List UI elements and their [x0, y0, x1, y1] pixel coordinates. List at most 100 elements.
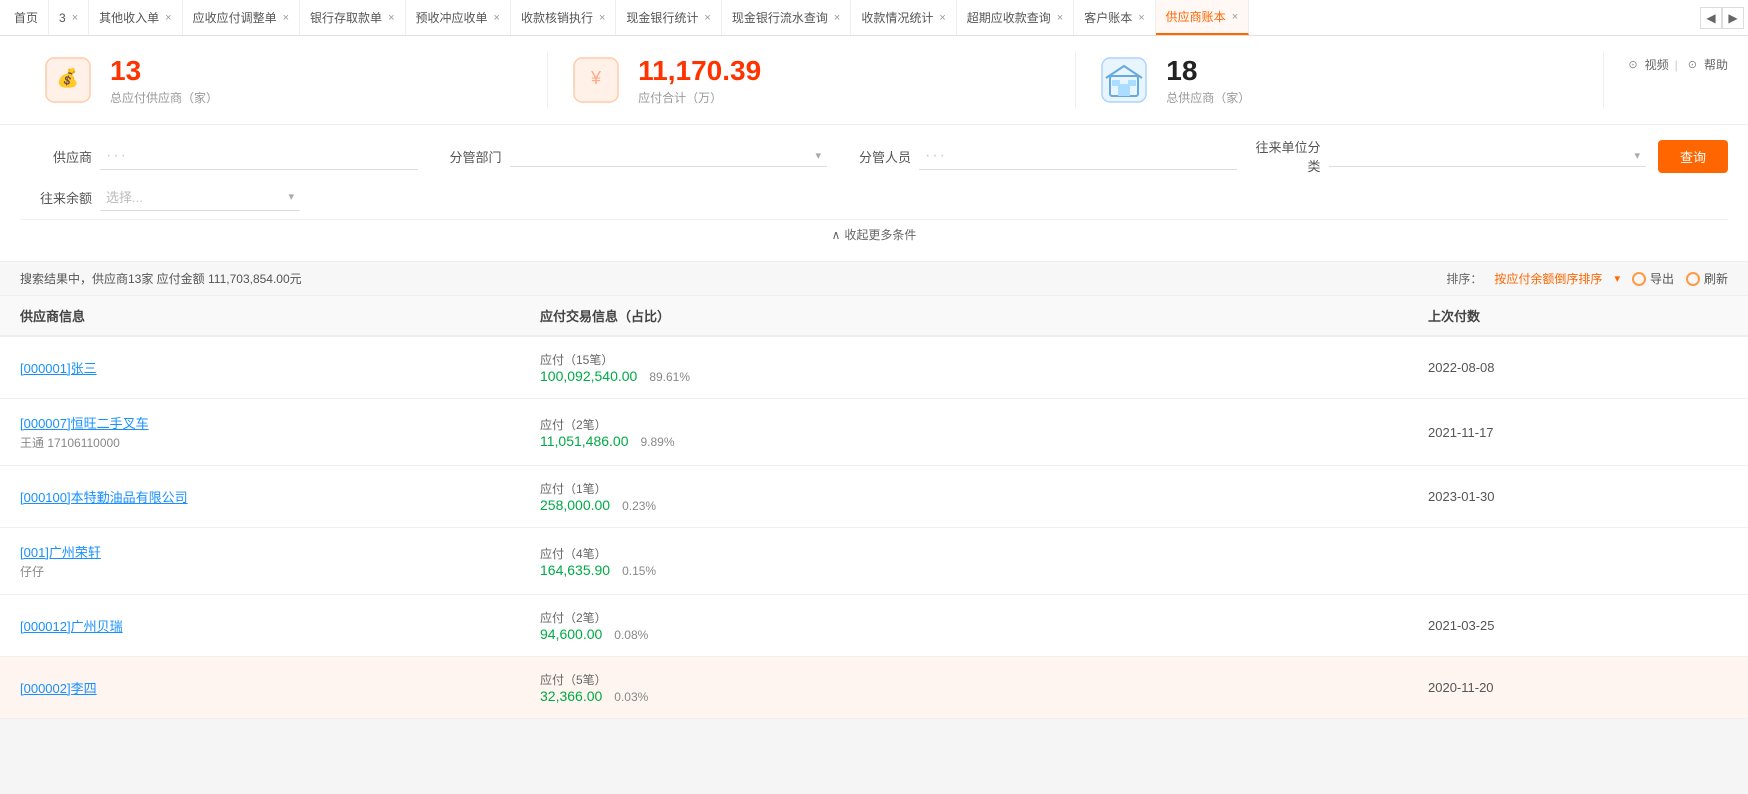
nav-item-overdue-ar[interactable]: 超期应收款查询× — [957, 0, 1074, 35]
category-select[interactable]: ▾ — [1329, 145, 1647, 167]
supplier-dots: ··· — [106, 147, 128, 165]
dept-label: 分管部门 — [430, 147, 510, 166]
col-last-pay: 上次付数 — [1428, 306, 1728, 325]
tx-pct: 0.15% — [622, 564, 656, 578]
last-pay-cell: 2023-01-30 — [1428, 489, 1728, 504]
close-icon[interactable]: × — [939, 12, 945, 24]
payable-suppliers-text: 13 总应付供应商（家） — [110, 54, 218, 107]
refresh-button[interactable]: 刷新 — [1686, 270, 1728, 287]
nav-item-tab3[interactable]: 3× — [49, 0, 89, 35]
nav-item-prepay-ar[interactable]: 预收冲应收单 × — [406, 0, 511, 35]
balance-select[interactable]: 选择... ▾ — [100, 183, 300, 211]
nav-item-bank-deposit[interactable]: 银行存取款单 × — [300, 0, 405, 35]
nav-item-cash-bank-stat[interactable]: 现金银行统计× — [616, 0, 721, 35]
last-pay-cell: 2021-03-25 — [1428, 618, 1728, 633]
supplier-cell: [000007]恒旺二手叉车王通 17106110000 — [20, 413, 540, 451]
tx-label: 应付（2笔） — [540, 609, 1428, 626]
tx-amount: 32,366.00 — [540, 688, 602, 704]
close-icon[interactable]: × — [1138, 12, 1144, 24]
col-supplier-info: 供应商信息 — [20, 306, 540, 325]
svg-text:💰: 💰 — [57, 67, 79, 89]
close-icon[interactable]: × — [494, 12, 500, 24]
tx-amount: 164,635.90 — [540, 562, 610, 578]
payable-suppliers-num: 13 — [110, 54, 218, 88]
tx-pct: 89.61% — [649, 370, 690, 384]
collapse-button[interactable]: ∧ 收起更多条件 — [20, 219, 1728, 249]
payable-suppliers-icon: 💰 — [40, 52, 96, 108]
close-icon[interactable]: × — [165, 12, 171, 24]
nav-item-supplier-ledger[interactable]: 供应商账本× — [1156, 0, 1249, 35]
refresh-label: 刷新 — [1704, 270, 1728, 287]
nav-item-cash-flow-query[interactable]: 现金银行流水查询 × — [722, 0, 851, 35]
close-icon[interactable]: × — [704, 12, 710, 24]
export-button[interactable]: 导出 — [1632, 270, 1674, 287]
help-icon: ⊙ — [1688, 58, 1697, 71]
payable-total-label: 应付合计（万） — [638, 89, 761, 106]
nav-item-label: 收款核销执行 — [521, 9, 593, 26]
tx-cell: 应付（15笔）100,092,540.0089.61% — [540, 351, 1428, 384]
sort-arrow-icon: ▾ — [1614, 272, 1620, 285]
tx-pct: 0.03% — [614, 690, 648, 704]
tx-cell: 应付（1笔）258,000.000.23% — [540, 480, 1428, 513]
payable-suppliers-label: 总应付供应商（家） — [110, 89, 218, 106]
nav-item-label: 客户账本 — [1084, 9, 1132, 26]
video-link[interactable]: 视频 — [1645, 56, 1669, 73]
total-suppliers-num: 18 — [1166, 54, 1250, 88]
nav-item-customer-ledger[interactable]: 客户账本 × — [1074, 0, 1155, 35]
total-suppliers-label: 总供应商（家） — [1166, 89, 1250, 106]
nav-item-ap-ar-adjust[interactable]: 应收应付调整单× — [183, 0, 300, 35]
close-icon[interactable]: × — [1057, 12, 1063, 24]
nav-prev-button[interactable]: ◀ — [1700, 7, 1722, 29]
export-icon — [1632, 272, 1646, 286]
nav-item-label: 现金银行流水查询 — [732, 9, 828, 26]
summary-card-payable-suppliers: 💰 13 总应付供应商（家） — [20, 52, 548, 108]
tx-amount: 94,600.00 — [540, 626, 602, 642]
dept-select[interactable]: ▾ — [510, 145, 828, 167]
nav-item-collection-stat[interactable]: 收款情况统计× — [851, 0, 956, 35]
person-select[interactable]: ··· — [919, 143, 1237, 170]
close-icon[interactable]: × — [1232, 11, 1238, 23]
nav-item-collection-verify[interactable]: 收款核销执行 × — [511, 0, 616, 35]
supplier-cell: [000012]广州贝瑞 — [20, 616, 540, 635]
supplier-link[interactable]: [000001]张三 — [20, 361, 97, 376]
search-button[interactable]: 查询 — [1658, 140, 1728, 173]
supplier-link[interactable]: [000007]恒旺二手叉车 — [20, 416, 149, 431]
filter-category: 往来单位分类 ▾ — [1249, 137, 1647, 175]
nav-next-button[interactable]: ▶ — [1722, 7, 1744, 29]
video-icon: ⊙ — [1628, 58, 1637, 71]
supplier-link[interactable]: [000012]广州贝瑞 — [20, 619, 123, 634]
supplier-link[interactable]: [000002]李四 — [20, 681, 97, 696]
total-suppliers-text: 18 总供应商（家） — [1166, 54, 1250, 107]
payable-total-text: 11,170.39 应付合计（万） — [638, 54, 761, 107]
col-tx-info: 应付交易信息（占比） — [540, 306, 1428, 325]
table-row: [000100]本特勤油品有限公司 应付（1笔）258,000.000.23%20… — [0, 466, 1748, 528]
nav-item-home[interactable]: 首页 — [4, 0, 49, 35]
tx-pct: 9.89% — [641, 435, 675, 449]
result-summary: 搜索结果中，供应商13家 应付金额 111,703,854.00元 — [20, 270, 302, 287]
filter-balance: 往来余额 选择... ▾ — [20, 183, 300, 211]
nav-item-label: 其他收入单 — [99, 9, 159, 26]
close-icon[interactable]: × — [834, 12, 840, 24]
tx-cell: 应付（4笔）164,635.900.15% — [540, 545, 1428, 578]
nav-item-label: 预收冲应收单 — [416, 9, 488, 26]
balance-label: 往来余额 — [20, 188, 100, 207]
nav-arrows: ◀ ▶ — [1700, 7, 1744, 29]
close-icon[interactable]: × — [72, 12, 78, 24]
supplier-link[interactable]: [000100]本特勤油品有限公司 — [20, 490, 188, 505]
close-icon[interactable]: × — [283, 12, 289, 24]
supplier-cell: [000100]本特勤油品有限公司 — [20, 487, 540, 506]
close-icon[interactable]: × — [599, 12, 605, 24]
help-link[interactable]: 帮助 — [1704, 56, 1728, 73]
collapse-label: 收起更多条件 — [844, 226, 916, 243]
nav-item-other-income[interactable]: 其他收入单 × — [89, 0, 182, 35]
nav-item-label: 首页 — [14, 9, 38, 26]
dept-arrow-icon: ▾ — [815, 149, 821, 162]
tx-amount: 100,092,540.00 — [540, 368, 637, 384]
sort-select[interactable]: 按应付余额倒序排序 — [1494, 270, 1602, 287]
supplier-select[interactable]: ··· — [100, 143, 418, 170]
nav-item-label: 银行存取款单 — [310, 9, 382, 26]
close-icon[interactable]: × — [388, 12, 394, 24]
tx-pct: 0.08% — [614, 628, 648, 642]
supplier-link[interactable]: [001]广州荣轩 — [20, 545, 101, 560]
sort-label: 排序： — [1446, 270, 1482, 287]
